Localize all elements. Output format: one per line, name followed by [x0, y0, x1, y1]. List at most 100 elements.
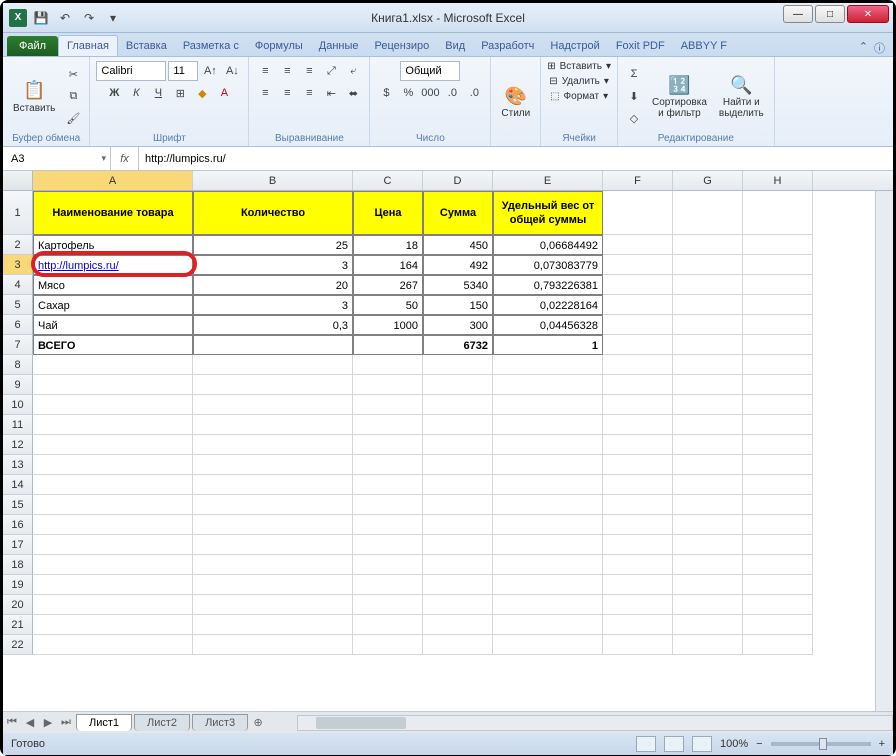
cell[interactable]	[673, 315, 743, 335]
cell[interactable]	[193, 435, 353, 455]
cell[interactable]	[743, 335, 813, 355]
cell[interactable]	[193, 515, 353, 535]
tab-review[interactable]: Рецензиро	[367, 36, 438, 56]
cell[interactable]	[743, 435, 813, 455]
cell[interactable]: ВСЕГО	[33, 335, 193, 355]
cell[interactable]	[193, 555, 353, 575]
col-header-A[interactable]: A	[33, 171, 193, 190]
cell[interactable]: 0,793226381	[493, 275, 603, 295]
row-header[interactable]: 13	[3, 455, 33, 475]
cell[interactable]	[673, 615, 743, 635]
row-header[interactable]: 4	[3, 275, 33, 295]
cell[interactable]	[33, 355, 193, 375]
formula-input[interactable]: http://lumpics.ru/	[139, 147, 893, 170]
cell[interactable]	[673, 255, 743, 275]
row-header[interactable]: 18	[3, 555, 33, 575]
cell[interactable]	[33, 375, 193, 395]
cell[interactable]: 0,3	[193, 315, 353, 335]
tab-abbyy[interactable]: ABBYY F	[673, 36, 735, 56]
cell[interactable]	[603, 315, 673, 335]
tab-developer[interactable]: Разработч	[473, 36, 542, 56]
tab-layout[interactable]: Разметка с	[175, 36, 247, 56]
cell[interactable]	[673, 635, 743, 655]
tab-formulas[interactable]: Формулы	[247, 36, 311, 56]
cell[interactable]	[603, 555, 673, 575]
cell[interactable]	[423, 475, 493, 495]
row-header[interactable]: 21	[3, 615, 33, 635]
row-header[interactable]: 16	[3, 515, 33, 535]
cell[interactable]: 492	[423, 255, 493, 275]
cell[interactable]	[193, 335, 353, 355]
cell[interactable]	[603, 495, 673, 515]
cell[interactable]	[673, 535, 743, 555]
cell[interactable]	[603, 435, 673, 455]
bold-button[interactable]: Ж	[104, 83, 124, 103]
cell[interactable]	[603, 475, 673, 495]
cell[interactable]	[353, 615, 423, 635]
name-box[interactable]: A3	[3, 147, 111, 170]
cell[interactable]	[743, 235, 813, 255]
cell[interactable]	[33, 475, 193, 495]
zoom-out-icon[interactable]: −	[756, 738, 762, 750]
help-icon[interactable]: ⓘ	[874, 40, 885, 56]
insert-cells-button[interactable]: ⊞ Вставить ▾	[547, 61, 611, 72]
row-header[interactable]: 6	[3, 315, 33, 335]
cell[interactable]	[493, 635, 603, 655]
cell[interactable]	[423, 375, 493, 395]
page-break-view-icon[interactable]	[692, 736, 712, 752]
cell[interactable]	[493, 375, 603, 395]
cell[interactable]	[423, 395, 493, 415]
currency-icon[interactable]: $	[376, 83, 396, 103]
cell[interactable]	[33, 635, 193, 655]
merge-icon[interactable]: ⬌	[343, 83, 363, 103]
sort-filter-button[interactable]: 🔢 Сортировка и фильтр	[648, 71, 711, 121]
decrease-font-icon[interactable]: A↓	[222, 61, 242, 81]
cell[interactable]	[603, 395, 673, 415]
cell[interactable]	[743, 495, 813, 515]
col-header-E[interactable]: E	[493, 171, 603, 190]
save-icon[interactable]: 💾	[31, 8, 51, 28]
cell[interactable]	[493, 475, 603, 495]
page-layout-view-icon[interactable]	[664, 736, 684, 752]
cell[interactable]	[193, 355, 353, 375]
cell[interactable]	[493, 595, 603, 615]
cell[interactable]	[353, 495, 423, 515]
dec-decimal-icon[interactable]: .0	[464, 83, 484, 103]
row-header[interactable]: 5	[3, 295, 33, 315]
autosum-icon[interactable]: Σ	[624, 64, 644, 84]
cell[interactable]	[603, 295, 673, 315]
cell[interactable]	[603, 415, 673, 435]
cell[interactable]	[493, 515, 603, 535]
cell[interactable]	[193, 375, 353, 395]
cell[interactable]	[743, 275, 813, 295]
cell[interactable]	[193, 575, 353, 595]
ribbon-minimize-icon[interactable]: ⌃	[859, 40, 868, 56]
indent-dec-icon[interactable]: ⇤	[321, 83, 341, 103]
inc-decimal-icon[interactable]: .0	[442, 83, 462, 103]
tab-file[interactable]: Файл	[7, 36, 58, 56]
cell[interactable]	[193, 395, 353, 415]
row-header[interactable]: 3	[3, 255, 33, 275]
sheet-tab-1[interactable]: Лист1	[76, 714, 132, 731]
cell[interactable]	[493, 495, 603, 515]
cell[interactable]	[33, 415, 193, 435]
redo-icon[interactable]: ↷	[79, 8, 99, 28]
row-header[interactable]: 11	[3, 415, 33, 435]
styles-button[interactable]: 🎨 Стили	[497, 82, 534, 121]
cell[interactable]	[423, 455, 493, 475]
cell[interactable]	[353, 355, 423, 375]
cell[interactable]	[603, 575, 673, 595]
cell[interactable]	[353, 455, 423, 475]
cell[interactable]: Чай	[33, 315, 193, 335]
cell[interactable]	[493, 575, 603, 595]
col-header-H[interactable]: H	[743, 171, 813, 190]
cell[interactable]	[673, 455, 743, 475]
cell[interactable]	[743, 635, 813, 655]
cell[interactable]: 3	[193, 295, 353, 315]
cut-icon[interactable]: ✂	[63, 64, 83, 84]
format-cells-button[interactable]: ⬚ Формат ▾	[550, 91, 608, 102]
cell[interactable]	[353, 415, 423, 435]
row-header[interactable]: 10	[3, 395, 33, 415]
cell[interactable]	[193, 595, 353, 615]
cell[interactable]	[603, 535, 673, 555]
